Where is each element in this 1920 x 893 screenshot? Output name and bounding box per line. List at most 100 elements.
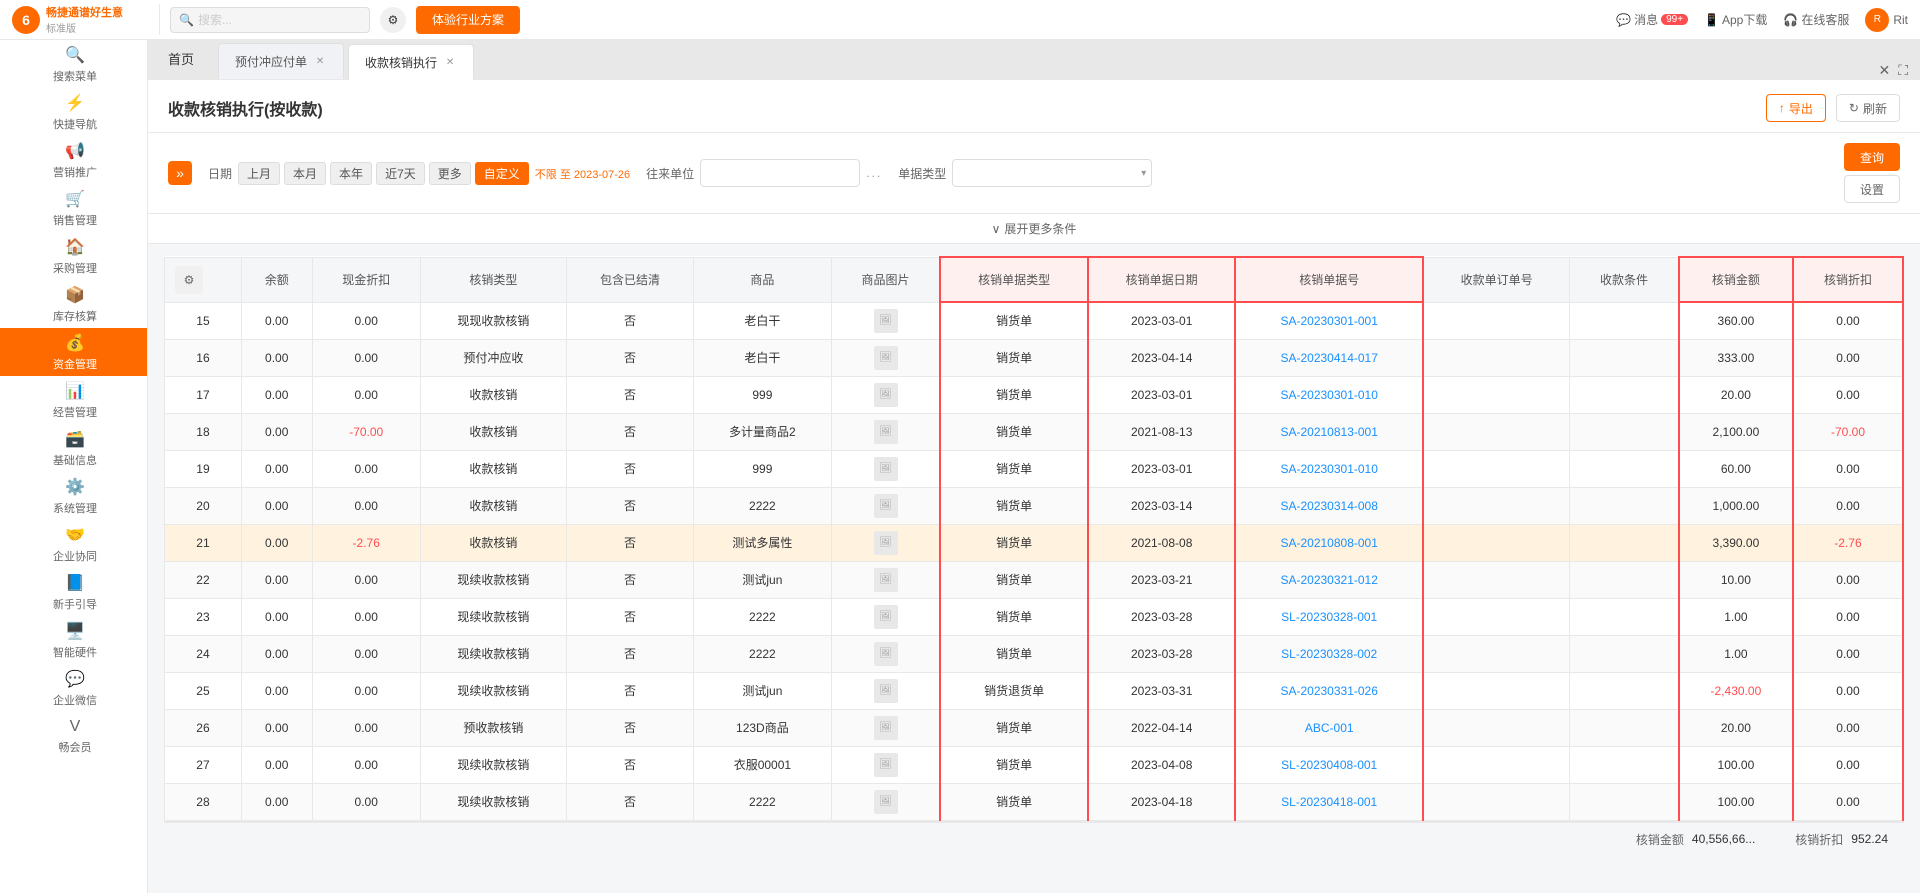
export-button[interactable]: ↑ 导出 xyxy=(1766,94,1826,122)
bill-no-link[interactable]: SA-20210813-001 xyxy=(1280,425,1377,439)
cell-seq: 18 xyxy=(165,413,242,450)
bill-no-link[interactable]: SA-20230321-012 xyxy=(1280,573,1377,587)
bill-no-link[interactable]: SL-20230328-002 xyxy=(1281,647,1377,661)
sidebar-item-hardware[interactable]: 🖥️ 智能硬件 xyxy=(0,616,147,664)
date-buttons: 上月 本月 本年 近7天 更多 自定义 xyxy=(238,162,529,185)
date-btn-this-year[interactable]: 本年 xyxy=(330,162,372,185)
cell-product: 测试jun xyxy=(694,561,832,598)
sidebar-item-wechat[interactable]: 💬 企业微信 xyxy=(0,664,147,712)
sidebar-item-quick[interactable]: ⚡ 快捷导航 xyxy=(0,88,147,136)
col-verify-type: 核销类型 xyxy=(420,257,566,302)
table-row: 27 0.00 0.00 现续收款核销 否 衣服00001 🖼 销货单 2023… xyxy=(165,746,1904,783)
col-verify-discount: 核销折扣 xyxy=(1793,257,1903,302)
date-btn-more[interactable]: 更多 xyxy=(429,162,471,185)
cell-receipt-order-no xyxy=(1423,709,1570,746)
cell-verify-bill-no: SA-20230321-012 xyxy=(1235,561,1422,598)
tab-close-prepay[interactable]: ✕ xyxy=(313,55,327,69)
bill-no-link[interactable]: SL-20230418-001 xyxy=(1281,795,1377,809)
sidebar-item-marketing[interactable]: 📢 营销推广 xyxy=(0,136,147,184)
sidebar-item-inventory[interactable]: 📦 库存核算 xyxy=(0,280,147,328)
main-content: 首页 预付冲应付单 ✕ 收款核销执行 ✕ ✕ ⛶ 收款核销执行(按收款) xyxy=(148,40,1920,893)
tab-home[interactable]: 首页 xyxy=(148,40,214,79)
cell-verify-type: 现续收款核销 xyxy=(420,561,566,598)
col-product: 商品 xyxy=(694,257,832,302)
cell-verify-discount: 0.00 xyxy=(1793,487,1903,524)
sidebar-item-basic[interactable]: 🗃️ 基础信息 xyxy=(0,424,147,472)
window-close-icon[interactable]: ✕ xyxy=(1878,62,1890,79)
query-button[interactable]: 查询 xyxy=(1844,143,1900,171)
sidebar-label-collab: 企业协同 xyxy=(53,548,97,564)
tab-close-receive[interactable]: ✕ xyxy=(443,55,457,69)
date-btn-this-month[interactable]: 本月 xyxy=(284,162,326,185)
cell-receipt-order-no xyxy=(1423,339,1570,376)
col-settings[interactable]: ⚙ xyxy=(165,257,242,302)
sidebar-item-finance[interactable]: 💰 资金管理 xyxy=(0,328,147,376)
cell-verify-bill-no: ABC-001 xyxy=(1235,709,1422,746)
user-avatar[interactable]: R Rit xyxy=(1865,8,1908,32)
voucher-type-select[interactable] xyxy=(952,159,1152,187)
sidebar-item-collab[interactable]: 🤝 企业协同 xyxy=(0,520,147,568)
filter-partner-group: 往来单位 ... xyxy=(646,159,882,187)
bill-no-link[interactable]: SA-20230314-008 xyxy=(1280,499,1377,513)
refresh-button[interactable]: ↻ 刷新 xyxy=(1836,94,1900,122)
cell-cash-discount: 0.00 xyxy=(312,302,420,339)
bill-no-link[interactable]: SA-20230414-017 xyxy=(1280,351,1377,365)
window-maximize-icon[interactable]: ⛶ xyxy=(1898,62,1908,79)
expand-conditions-btn[interactable]: ∨ 展开更多条件 xyxy=(992,220,1077,237)
cell-include-settled: 否 xyxy=(566,672,693,709)
col-settings-icon[interactable]: ⚙ xyxy=(175,266,203,294)
footer-amount-value: 40,556,66... xyxy=(1692,832,1755,846)
sidebar-label-search: 搜索菜单 xyxy=(53,68,97,84)
product-image-thumb: 🖼 xyxy=(874,494,898,518)
bill-no-link[interactable]: SA-20230301-010 xyxy=(1280,462,1377,476)
date-btn-last-month[interactable]: 上月 xyxy=(238,162,280,185)
tab-prepay[interactable]: 预付冲应付单 ✕ xyxy=(218,43,344,79)
date-btn-7days[interactable]: 近7天 xyxy=(376,162,425,185)
cell-verify-type: 预付冲应收 xyxy=(420,339,566,376)
cell-verify-bill-date: 2023-04-18 xyxy=(1088,783,1236,820)
sidebar-item-sales[interactable]: 🛒 销售管理 xyxy=(0,184,147,232)
date-btn-custom[interactable]: 自定义 xyxy=(475,162,529,185)
bill-no-link[interactable]: SA-20230301-010 xyxy=(1280,388,1377,402)
bill-no-link[interactable]: SA-20230331-026 xyxy=(1280,684,1377,698)
cell-verify-amount: 100.00 xyxy=(1679,783,1793,820)
tab-receive[interactable]: 收款核销执行 ✕ xyxy=(348,44,474,80)
top-search[interactable]: 🔍 搜索... xyxy=(170,7,370,33)
logo-icon: 6 xyxy=(12,6,40,34)
product-image-thumb: 🖼 xyxy=(874,531,898,555)
main-layout: 🔍 搜索菜单 ⚡ 快捷导航 📢 营销推广 🛒 销售管理 🏠 采购管理 📦 库存核… xyxy=(0,40,1920,893)
cell-receipt-order-no xyxy=(1423,783,1570,820)
online-service[interactable]: 🎧 在线客服 xyxy=(1783,11,1849,28)
app-download[interactable]: 📱 App下载 xyxy=(1704,11,1767,28)
sidebar-item-purchase[interactable]: 🏠 采购管理 xyxy=(0,232,147,280)
data-table: ⚙ 余额 现金折扣 核销类型 包含已结清 商品 商品图片 核销单据类型 核销单据… xyxy=(164,256,1904,821)
filter-toggle-arrow[interactable]: » xyxy=(168,161,192,185)
industry-btn[interactable]: 体验行业方案 xyxy=(416,6,520,34)
setting-button[interactable]: 设置 xyxy=(1844,175,1900,203)
cell-cash-discount: 0.00 xyxy=(312,746,420,783)
bill-no-link[interactable]: SA-20230301-001 xyxy=(1280,314,1377,328)
partner-input[interactable] xyxy=(700,159,860,187)
cell-include-settled: 否 xyxy=(566,376,693,413)
messages-area[interactable]: 💬 消息 99+ xyxy=(1616,11,1688,28)
cell-verify-amount: 1.00 xyxy=(1679,635,1793,672)
sidebar-item-system[interactable]: ⚙️ 系统管理 xyxy=(0,472,147,520)
cell-receipt-condition xyxy=(1570,709,1679,746)
sidebar-item-member[interactable]: V 畅会员 xyxy=(0,712,147,760)
cell-verify-bill-type: 销货单 xyxy=(940,561,1088,598)
cell-verify-amount: 100.00 xyxy=(1679,746,1793,783)
sidebar-item-search[interactable]: 🔍 搜索菜单 xyxy=(0,40,147,88)
bill-no-link[interactable]: SA-20210808-001 xyxy=(1280,536,1377,550)
cell-product-image: 🖼 xyxy=(831,302,940,339)
cell-receipt-condition xyxy=(1570,746,1679,783)
cell-verify-type: 收款核销 xyxy=(420,376,566,413)
settings-icon[interactable]: ⚙ xyxy=(380,7,406,33)
bill-no-link[interactable]: ABC-001 xyxy=(1305,721,1354,735)
sidebar-item-guide[interactable]: 📘 新手引导 xyxy=(0,568,147,616)
hardware-icon: 🖥️ xyxy=(65,621,85,641)
bill-no-link[interactable]: SL-20230328-001 xyxy=(1281,610,1377,624)
sidebar-item-operations[interactable]: 📊 经营管理 xyxy=(0,376,147,424)
bill-no-link[interactable]: SL-20230408-001 xyxy=(1281,758,1377,772)
cell-verify-type: 收款核销 xyxy=(420,450,566,487)
cell-balance: 0.00 xyxy=(241,302,312,339)
